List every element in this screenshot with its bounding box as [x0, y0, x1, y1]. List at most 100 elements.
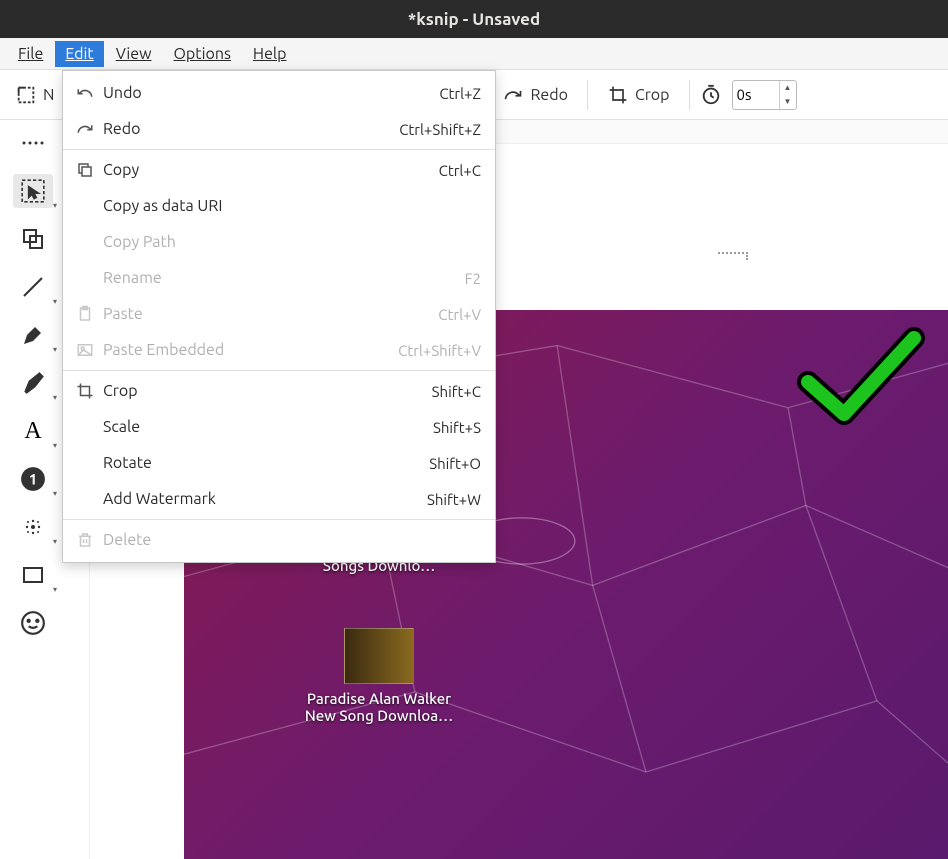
menu-item-shortcut: Shift+S [433, 419, 481, 436]
tool-select[interactable]: ▾ [13, 174, 53, 208]
tool-blur[interactable]: ▾ [13, 510, 53, 544]
crop-icon [73, 381, 97, 401]
menu-help[interactable]: Help [243, 41, 297, 67]
tool-number[interactable]: 1 ▾ [13, 462, 53, 496]
tool-duplicate[interactable] [13, 222, 53, 256]
redo-icon [502, 84, 524, 106]
menu-item-shortcut: F2 [465, 270, 481, 287]
menu-item-shortcut: Ctrl+V [438, 306, 481, 323]
menu-item-scale[interactable]: Scale Shift+S [63, 409, 495, 445]
trash-icon [73, 530, 97, 550]
menu-item-shortcut: Ctrl+Shift+Z [399, 121, 481, 138]
toolbar-separator [689, 80, 690, 110]
menu-item-copy-data-uri[interactable]: Copy as data URI [63, 188, 495, 224]
paste-icon [73, 304, 97, 324]
tool-rectangle[interactable]: ▾ [13, 558, 53, 592]
image-icon [73, 340, 97, 360]
menu-item-label: Scale [103, 418, 433, 436]
dropdown-indicator-icon: ▾ [53, 393, 57, 402]
tool-sidebar: ▾ ▾ ▾ ▾ A ▾ 1 ▾ ▾ ▾ [0, 120, 66, 859]
delay-up[interactable]: ▲ [780, 81, 796, 95]
dropdown-indicator-icon: ▾ [53, 345, 57, 354]
menu-item-crop[interactable]: Crop Shift+C [63, 373, 495, 409]
blank-icon [73, 232, 97, 252]
menu-item-label: Delete [103, 531, 481, 549]
toolbar-separator [587, 80, 588, 110]
crop-button[interactable]: Crop [598, 79, 679, 111]
blank-icon [73, 196, 97, 216]
menu-item-label: Rename [103, 269, 465, 287]
checkmark-annotation[interactable] [796, 322, 926, 432]
blank-icon [73, 453, 97, 473]
redo-icon [73, 119, 97, 139]
menu-item-label: Undo [103, 84, 439, 102]
new-capture-button[interactable]: N [6, 79, 63, 111]
dropdown-indicator-icon: ▾ [53, 201, 57, 210]
blank-icon [73, 268, 97, 288]
desktop-icon-label: Paradise Alan Walker New Song Downloa… [294, 690, 464, 724]
menu-item-label: Add Watermark [103, 490, 427, 508]
menu-item-shortcut: Ctrl+C [439, 162, 481, 179]
menu-options[interactable]: Options [164, 41, 241, 67]
delay-input[interactable] [733, 84, 779, 105]
dropdown-indicator-icon: ▾ [53, 297, 57, 306]
blank-icon [73, 417, 97, 437]
menu-item-rename: Rename F2 [63, 260, 495, 296]
menu-item-undo[interactable]: Undo Ctrl+Z [63, 75, 495, 111]
edit-menu-dropdown: Undo Ctrl+Z Redo Ctrl+Shift+Z Copy Ctrl+… [62, 70, 496, 563]
tool-sticker[interactable] [13, 606, 53, 640]
redo-button[interactable]: Redo [493, 79, 577, 111]
menu-item-shortcut: Shift+O [429, 455, 481, 472]
menu-item-shortcut: Ctrl+Z [439, 85, 481, 102]
menu-item-shortcut: Ctrl+Shift+V [398, 342, 481, 359]
menu-item-delete: Delete [63, 522, 495, 558]
copy-icon [73, 160, 97, 180]
tool-line[interactable]: ▾ [13, 270, 53, 304]
menu-item-shortcut: Shift+C [432, 383, 481, 400]
delay-spinbox[interactable]: ▲ ▼ [732, 80, 797, 110]
dropdown-indicator-icon: ▾ [53, 489, 57, 498]
crop-icon [607, 84, 629, 106]
menu-item-copy[interactable]: Copy Ctrl+C [63, 152, 495, 188]
menu-item-redo[interactable]: Redo Ctrl+Shift+Z [63, 111, 495, 147]
dropdown-indicator-icon: ▾ [53, 537, 57, 546]
menu-item-paste: Paste Ctrl+V [63, 296, 495, 332]
menu-item-label: Rotate [103, 454, 429, 472]
menu-separator [63, 149, 495, 150]
menu-item-label: Crop [103, 382, 432, 400]
menu-edit[interactable]: Edit [55, 41, 103, 67]
svg-text:1: 1 [29, 470, 38, 487]
thumbnail-icon [344, 628, 414, 684]
timer-icon [700, 84, 722, 106]
menu-separator [63, 519, 495, 520]
menu-item-label: Copy Path [103, 233, 481, 251]
menu-item-label: Copy as data URI [103, 197, 481, 215]
menu-item-label: Redo [103, 120, 399, 138]
crop-select-icon [15, 84, 37, 106]
menu-item-paste-embedded: Paste Embedded Ctrl+Shift+V [63, 332, 495, 368]
new-button-label: N [43, 86, 54, 104]
tool-move[interactable] [13, 126, 53, 160]
undo-icon [73, 83, 97, 103]
dropdown-indicator-icon: ▾ [53, 585, 57, 594]
menu-item-shortcut: Shift+W [427, 491, 481, 508]
delay-down[interactable]: ▼ [780, 95, 796, 109]
menu-item-rotate[interactable]: Rotate Shift+O [63, 445, 495, 481]
selection-handle [718, 252, 748, 260]
menu-separator [63, 370, 495, 371]
tool-marker[interactable]: ▾ [13, 366, 53, 400]
menu-item-label: Paste Embedded [103, 341, 398, 359]
menu-item-copy-path: Copy Path [63, 224, 495, 260]
menu-item-label: Paste [103, 305, 438, 323]
menu-item-watermark[interactable]: Add Watermark Shift+W [63, 481, 495, 517]
redo-label: Redo [530, 86, 568, 104]
crop-label: Crop [635, 86, 670, 104]
window-title: *ksnip - Unsaved [408, 10, 540, 29]
menu-file[interactable]: File [8, 41, 53, 67]
desktop-icon: Paradise Alan Walker New Song Downloa… [294, 628, 464, 724]
blank-icon [73, 489, 97, 509]
tool-text[interactable]: A ▾ [13, 414, 53, 448]
menu-view[interactable]: View [106, 41, 162, 67]
menu-item-label: Copy [103, 161, 439, 179]
tool-pen[interactable]: ▾ [13, 318, 53, 352]
